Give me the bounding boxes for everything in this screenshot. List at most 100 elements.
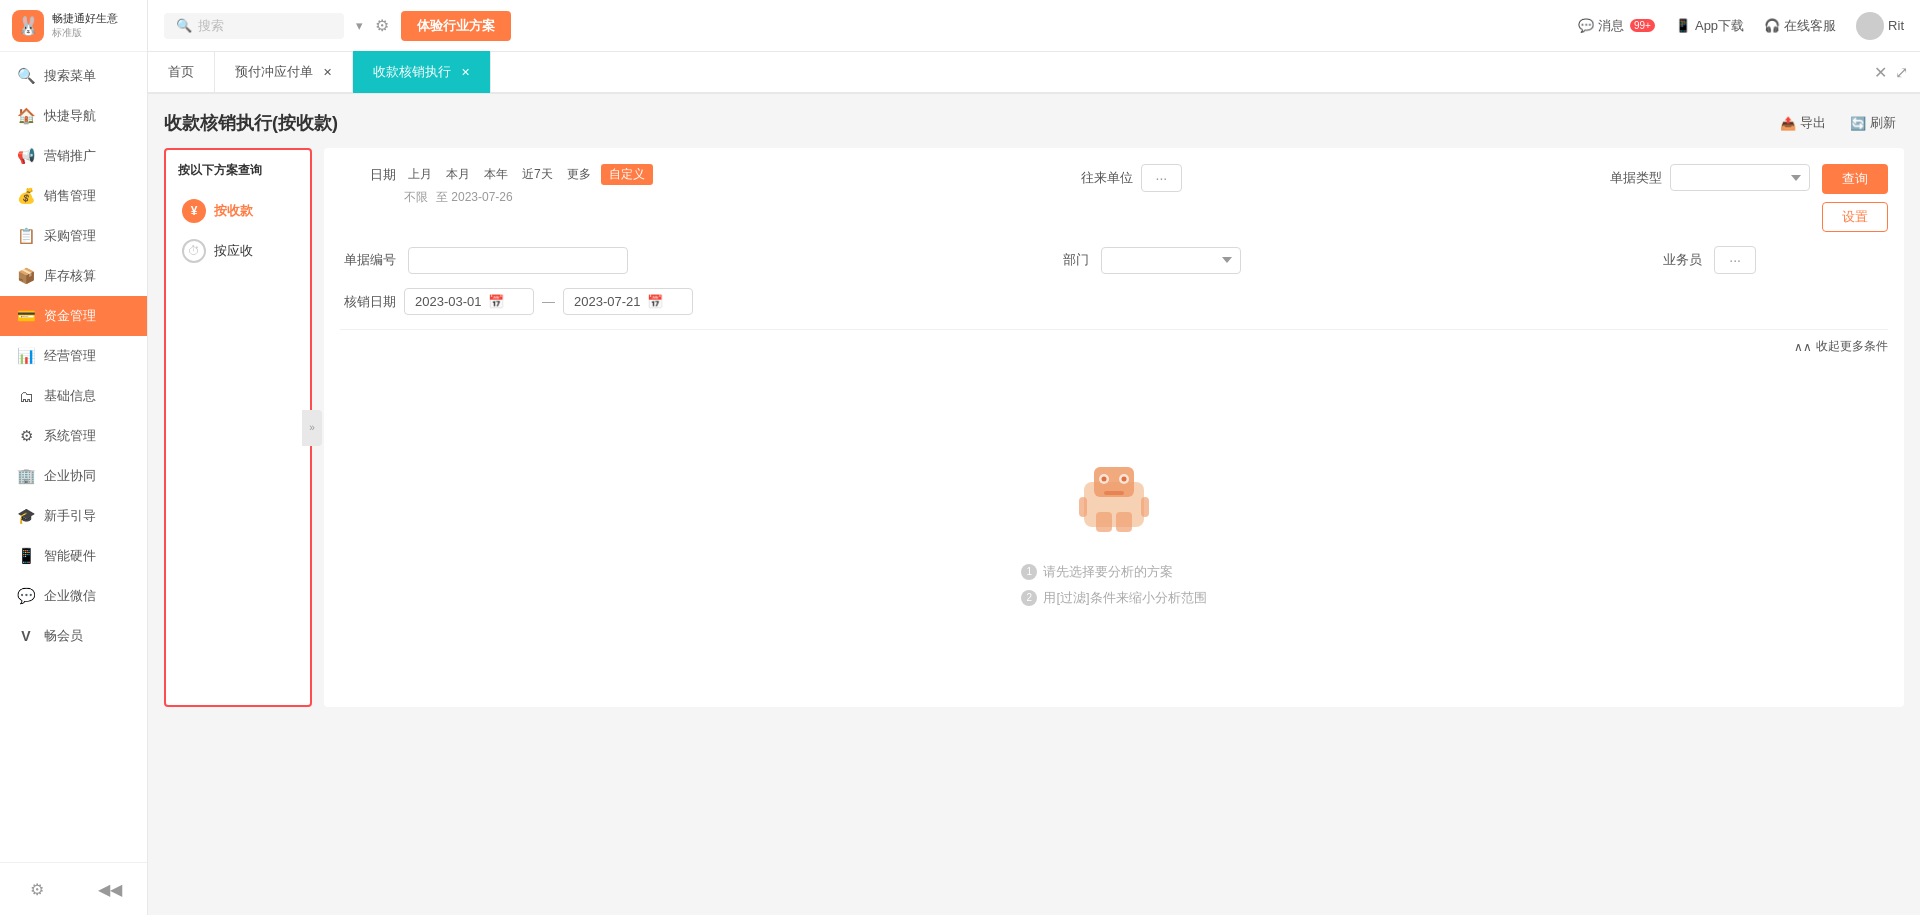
operations-icon: 📊 xyxy=(16,346,36,366)
doc-no-label: 单据编号 xyxy=(340,251,396,269)
refresh-icon: 🔄 xyxy=(1850,116,1866,131)
tab-expand-icon[interactable]: ⤢ xyxy=(1895,63,1908,82)
sidebar-item-finance[interactable]: 💳 资金管理 xyxy=(0,296,147,336)
verify-date-end[interactable]: 2023-07-21 📅 xyxy=(563,288,693,315)
message-label: 消息 xyxy=(1598,17,1624,35)
collapse-filter-label: 收起更多条件 xyxy=(1816,338,1888,355)
hardware-icon: 📱 xyxy=(16,546,36,566)
step-2: 2 xyxy=(1021,590,1037,606)
sidebar-item-basics[interactable]: 🗂 基础信息 xyxy=(0,376,147,416)
sidebar-item-hardware[interactable]: 📱 智能硬件 xyxy=(0,536,147,576)
svg-rect-6 xyxy=(1104,491,1124,495)
collab-icon: 🏢 xyxy=(16,466,36,486)
sidebar-item-operations[interactable]: 📊 经营管理 xyxy=(0,336,147,376)
page-title: 收款核销执行(按收款) xyxy=(164,111,338,135)
tab-prepay[interactable]: 预付冲应付单 ✕ xyxy=(215,51,353,93)
filter-option-by-receivable[interactable]: ⏱ 按应收 xyxy=(178,231,298,271)
setting-btn[interactable]: 设置 xyxy=(1822,202,1888,232)
settings-bottom-btn[interactable]: ⚙ xyxy=(19,871,55,907)
marketing-icon: 📢 xyxy=(16,146,36,166)
member-icon: V xyxy=(16,626,36,646)
industry-solution-btn[interactable]: 体验行业方案 xyxy=(401,11,511,41)
sidebar-item-collab[interactable]: 🏢 企业协同 xyxy=(0,456,147,496)
search-icon-top: 🔍 xyxy=(176,18,192,33)
online-service-btn[interactable]: 🎧 在线客服 xyxy=(1764,17,1836,35)
doc-type-select[interactable] xyxy=(1670,164,1810,191)
verify-date-start[interactable]: 2023-03-01 📅 xyxy=(404,288,534,315)
purchase-icon: 📋 xyxy=(16,226,36,246)
receipt-icon: ¥ xyxy=(182,199,206,223)
export-btn[interactable]: 📤 导出 xyxy=(1772,110,1834,136)
tab-verify[interactable]: 收款核销执行 ✕ xyxy=(353,51,491,93)
topbar-settings-icon[interactable]: ⚙ xyxy=(375,16,389,35)
basics-icon: 🗂 xyxy=(16,386,36,406)
tab-home[interactable]: 首页 xyxy=(148,51,215,93)
shortcut-this-month[interactable]: 本月 xyxy=(442,164,474,185)
user-avatar xyxy=(1856,12,1884,40)
sidebar-item-marketing[interactable]: 📢 营销推广 xyxy=(0,136,147,176)
filter-collapse-btn[interactable]: » xyxy=(302,410,322,446)
refresh-btn[interactable]: 🔄 刷新 xyxy=(1842,110,1904,136)
doc-no-input[interactable] xyxy=(408,247,628,274)
sales-input[interactable]: ··· xyxy=(1714,246,1756,274)
tab-home-label: 首页 xyxy=(168,63,194,81)
query-btn[interactable]: 查询 xyxy=(1822,164,1888,194)
sidebar-item-quicknav[interactable]: 🏠 快捷导航 xyxy=(0,96,147,136)
tab-close-all-icon[interactable]: ✕ xyxy=(1874,63,1887,82)
partner-input[interactable]: ··· xyxy=(1141,164,1183,192)
tab-bar: 首页 预付冲应付单 ✕ 收款核销执行 ✕ ✕ ⤢ xyxy=(148,52,1920,94)
shortcut-more[interactable]: 更多 xyxy=(563,164,595,185)
empty-state: 1 请先选择要分析的方案 2 用[过滤]条件来缩小分析范围 xyxy=(340,367,1888,691)
calendar-start-icon[interactable]: 📅 xyxy=(488,294,504,309)
topbar-left: 🔍 搜索 ▾ ⚙ 体验行业方案 xyxy=(164,11,511,41)
svg-rect-10 xyxy=(1116,512,1132,532)
shortcut-this-year[interactable]: 本年 xyxy=(480,164,512,185)
sidebar-item-member[interactable]: V 畅会员 xyxy=(0,616,147,656)
collapse-sidebar-btn[interactable]: ◀◀ xyxy=(92,871,128,907)
tab-prepay-close[interactable]: ✕ xyxy=(323,66,332,79)
app-name: 畅捷通好生意 xyxy=(52,11,118,26)
system-icon: ⚙ xyxy=(16,426,36,446)
topbar-search[interactable]: 🔍 搜索 xyxy=(164,13,344,39)
sidebar-item-search[interactable]: 🔍 搜索菜单 xyxy=(0,56,147,96)
date-separator: — xyxy=(542,294,555,309)
user-avatar-btn[interactable]: Rit xyxy=(1856,12,1904,40)
sidebar-item-weixin[interactable]: 💬 企业微信 xyxy=(0,576,147,616)
filter-option-by-receipt[interactable]: ¥ 按收款 xyxy=(178,191,298,231)
export-icon: 📤 xyxy=(1780,116,1796,131)
filter-panel-title: 按以下方案查询 xyxy=(178,162,298,179)
empty-hints: 1 请先选择要分析的方案 2 用[过滤]条件来缩小分析范围 xyxy=(1021,559,1206,611)
calendar-end-icon[interactable]: 📅 xyxy=(647,294,663,309)
app-download-btn[interactable]: 📱 App下载 xyxy=(1675,17,1744,35)
collapse-filter-btn[interactable]: ∧∧ 收起更多条件 xyxy=(1794,338,1888,355)
message-btn[interactable]: 💬 消息 99+ xyxy=(1578,17,1655,35)
sidebar-label-finance: 资金管理 xyxy=(44,307,96,325)
shortcut-last-month[interactable]: 上月 xyxy=(404,164,436,185)
sidebar-item-purchase[interactable]: 📋 采购管理 xyxy=(0,216,147,256)
shortcut-custom[interactable]: 自定义 xyxy=(601,164,653,185)
logo-icon: 🐰 xyxy=(12,10,44,42)
sidebar-label-operations: 经营管理 xyxy=(44,347,96,365)
sidebar-item-inventory[interactable]: 📦 库存核算 xyxy=(0,256,147,296)
svg-rect-8 xyxy=(1141,497,1149,517)
topbar: 🔍 搜索 ▾ ⚙ 体验行业方案 💬 消息 99+ 📱 App下载 🎧 在线客服 xyxy=(148,0,1920,52)
verify-start-value: 2023-03-01 xyxy=(415,294,482,309)
sidebar-item-system[interactable]: ⚙ 系统管理 xyxy=(0,416,147,456)
sidebar-item-guide[interactable]: 🎓 新手引导 xyxy=(0,496,147,536)
shortcut-7days[interactable]: 近7天 xyxy=(518,164,557,185)
topbar-chevron[interactable]: ▾ xyxy=(356,18,363,33)
app-edition: 标准版 xyxy=(52,26,118,40)
sidebar-label-collab: 企业协同 xyxy=(44,467,96,485)
sidebar-footer: ⚙ ◀◀ xyxy=(0,862,147,915)
guide-icon: 🎓 xyxy=(16,506,36,526)
sidebar-label-search: 搜索菜单 xyxy=(44,67,96,85)
dept-select[interactable] xyxy=(1101,247,1241,274)
collapse-icon: » xyxy=(309,422,315,433)
sidebar-item-sales[interactable]: 💰 销售管理 xyxy=(0,176,147,216)
tab-verify-close[interactable]: ✕ xyxy=(461,66,470,79)
search-icon: 🔍 xyxy=(16,66,36,86)
tab-verify-label: 收款核销执行 xyxy=(373,63,451,81)
sidebar-label-hardware: 智能硬件 xyxy=(44,547,96,565)
sidebar: 🐰 畅捷通好生意 标准版 🔍 搜索菜单 🏠 快捷导航 📢 营销推广 💰 销售管理… xyxy=(0,0,148,915)
sidebar-label-quicknav: 快捷导航 xyxy=(44,107,96,125)
